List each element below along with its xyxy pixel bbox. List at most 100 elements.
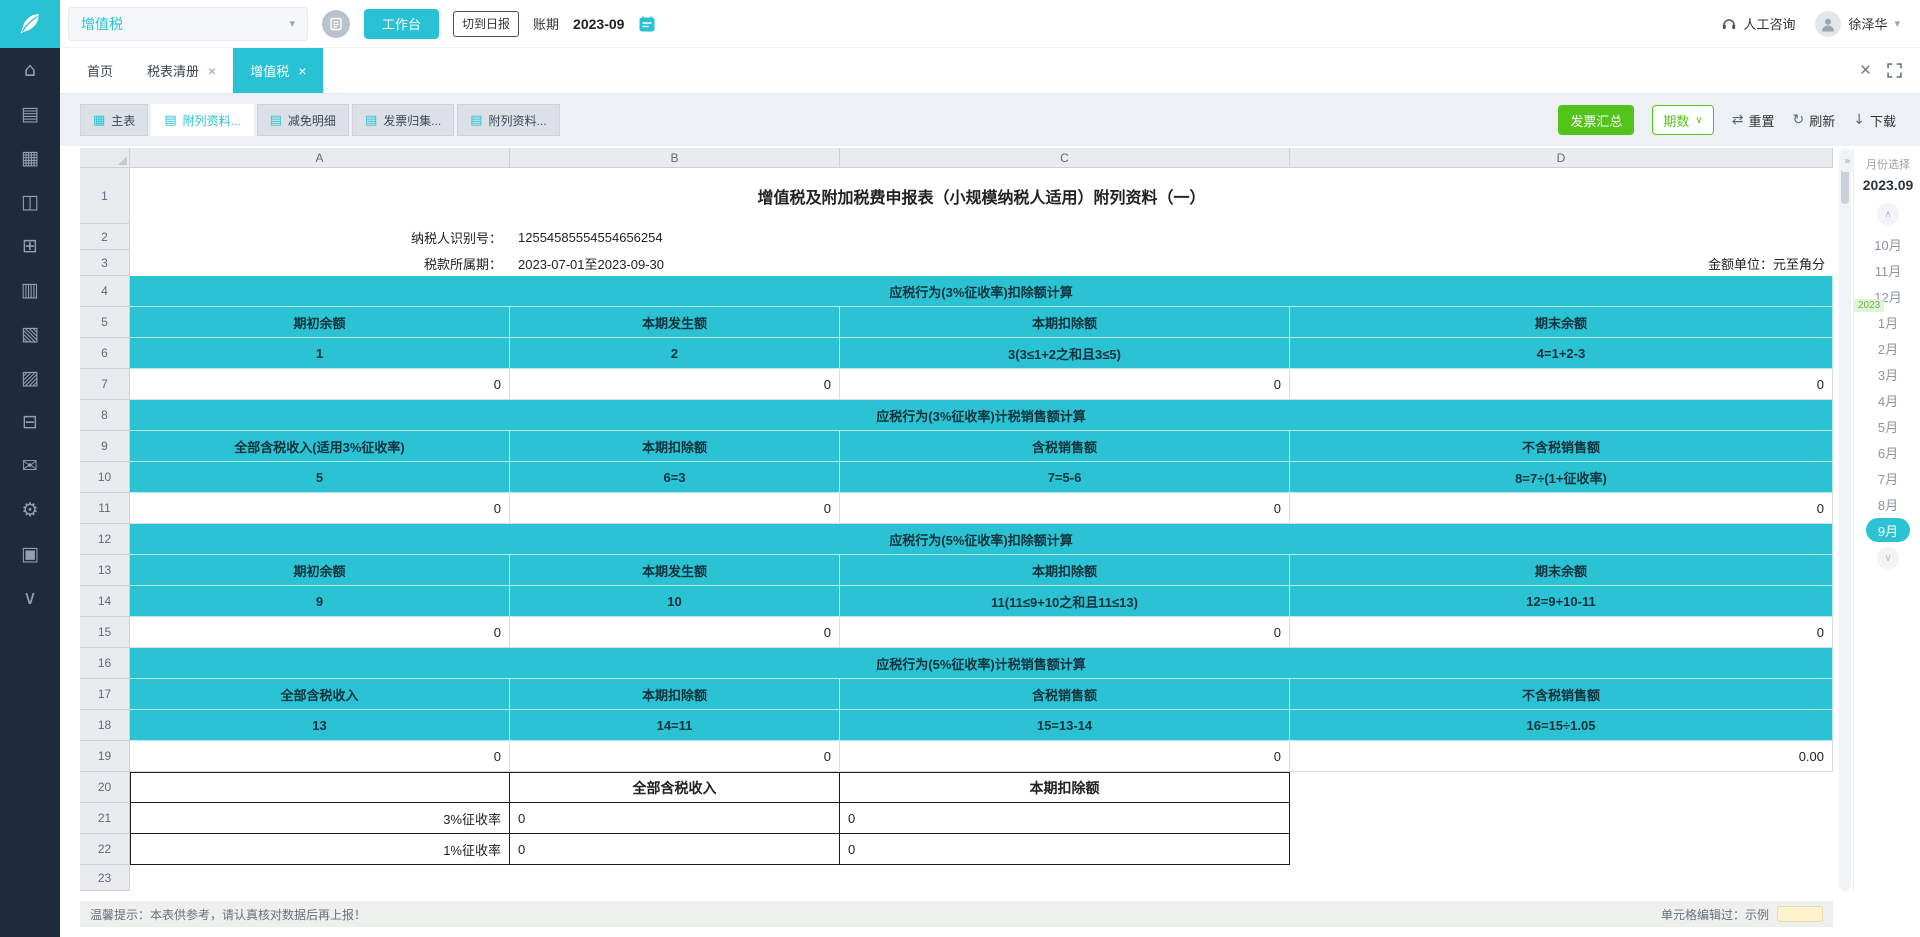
download-button[interactable]: ↓ 下载 (1853, 111, 1896, 130)
sheet-cell[interactable]: 0 (130, 493, 510, 524)
row-number[interactable]: 2 (80, 224, 130, 250)
sheet-cell[interactable]: 0 (840, 369, 1290, 400)
sheet-cell[interactable]: 0 (840, 803, 1290, 834)
sheet-cell[interactable]: 0 (510, 617, 840, 648)
sheet-cell[interactable]: 含税销售额 (840, 679, 1290, 710)
sheet-cell[interactable]: 1%征收率 (130, 834, 510, 865)
sheet-cell[interactable]: 3(3≤1+2之和且3≤5) (840, 338, 1290, 369)
sheet-cell[interactable]: 期末余额 (1290, 555, 1833, 586)
sheet-cell[interactable]: 0 (1290, 369, 1833, 400)
sidebar-item-screen[interactable]: ▣ (0, 532, 60, 576)
row-number[interactable]: 20 (80, 772, 130, 803)
sheet-cell[interactable]: 纳税人识别号： (130, 224, 510, 250)
row-number[interactable]: 14 (80, 586, 130, 617)
workbench-button[interactable]: 工作台 (364, 8, 440, 39)
sheet-tab-appendix-1[interactable]: ▤ 附列资料... (151, 104, 254, 136)
row-number[interactable]: 21 (80, 803, 130, 834)
month-item-8[interactable]: 5月 (1866, 413, 1910, 439)
sheet-cell[interactable]: 14=11 (510, 710, 840, 741)
report-list-icon[interactable] (322, 9, 350, 38)
sheet-cell[interactable]: 15=13-14 (840, 710, 1290, 741)
month-item-11[interactable]: 8月 (1866, 491, 1910, 517)
sheet-cell[interactable]: 本期扣除额 (840, 772, 1290, 803)
row-number[interactable]: 19 (80, 741, 130, 772)
sheet-cell[interactable]: 期初余额 (130, 307, 510, 338)
sheet-cell[interactable]: 税款所属期： (130, 250, 510, 276)
sheet-cell[interactable]: 0 (840, 493, 1290, 524)
sheet-cell[interactable]: 本期扣除额 (510, 431, 840, 462)
refresh-button[interactable]: ↻ 刷新 (1793, 111, 1836, 130)
sheet-cell[interactable]: 本期发生额 (510, 555, 840, 586)
support-button[interactable]: 人工咨询 (1721, 14, 1795, 33)
sheet-tab-exemption-detail[interactable]: ▤ 减免明细 (256, 104, 349, 136)
sheet-cell[interactable]: 16=15÷1.05 (1290, 710, 1833, 741)
sidebar-item-bank[interactable]: ⊞ (0, 224, 60, 268)
sidebar-item-reports[interactable]: ▦ (0, 136, 60, 180)
tab-vat[interactable]: 增值税 × (233, 48, 324, 93)
close-icon[interactable]: × (1860, 61, 1871, 80)
tab-home[interactable]: 首页 (70, 48, 130, 93)
row-number[interactable]: 15 (80, 617, 130, 648)
row-number[interactable]: 22 (80, 834, 130, 865)
sheet-tab-main-table[interactable]: ▦ 主表 (80, 104, 149, 136)
column-header-A[interactable]: A (130, 148, 510, 168)
sidebar-item-cashier[interactable]: ◫ (0, 180, 60, 224)
row-number[interactable]: 6 (80, 338, 130, 369)
sheet-cell[interactable]: 2 (510, 338, 840, 369)
sheet-cell[interactable]: 7=5-6 (840, 462, 1290, 493)
sheet-cell[interactable]: 0 (510, 741, 840, 772)
sheet-cell[interactable]: 不含税销售额 (1290, 431, 1833, 462)
sheet-cell[interactable]: 10 (510, 586, 840, 617)
sheet-cell[interactable]: 0 (510, 803, 840, 834)
sheet-cell[interactable]: 4=1+2-3 (1290, 338, 1833, 369)
sheet-cell[interactable] (130, 865, 1833, 891)
user-menu[interactable]: 徐泽华 ▾ (1815, 10, 1900, 37)
close-tab-icon[interactable]: × (298, 64, 306, 78)
month-item-10[interactable]: 7月 (1866, 465, 1910, 491)
sheet-cell[interactable] (840, 224, 1290, 250)
sheet-cell[interactable]: 9 (130, 586, 510, 617)
sheet-cell[interactable]: 0 (510, 834, 840, 865)
row-number[interactable]: 9 (80, 431, 130, 462)
sheet-cell[interactable] (840, 250, 1290, 276)
sheet-cell[interactable]: 0 (840, 834, 1290, 865)
row-number[interactable]: 5 (80, 307, 130, 338)
sheet-cell[interactable] (1290, 834, 1833, 865)
row-number[interactable]: 10 (80, 462, 130, 493)
sheet-cell[interactable]: 8=7÷(1+征收率) (1290, 462, 1833, 493)
sheet-cell[interactable]: 0.00 (1290, 741, 1833, 772)
sheet-cell[interactable]: 0 (840, 617, 1290, 648)
sheet-cell[interactable]: 含税销售额 (840, 431, 1290, 462)
sheet-cell[interactable]: 0 (1290, 617, 1833, 648)
sheet-cell[interactable]: 12554585554554656254 (510, 224, 840, 250)
sheet-cell[interactable]: 本期扣除额 (840, 555, 1290, 586)
sidebar-item-brand-v[interactable]: ∨ (0, 576, 60, 620)
sheet-cell[interactable] (1290, 803, 1833, 834)
select-all-corner[interactable] (80, 148, 130, 168)
period-value[interactable]: 2023-09 (573, 16, 624, 32)
sheet-cell[interactable]: 本期扣除额 (840, 307, 1290, 338)
sheet-cell[interactable]: 0 (130, 741, 510, 772)
sheet-cell[interactable]: 期末余额 (1290, 307, 1833, 338)
row-number[interactable]: 11 (80, 493, 130, 524)
sidebar-item-mail[interactable]: ✉ (0, 444, 60, 488)
sheet-cell[interactable]: 0 (510, 369, 840, 400)
sheet-cell[interactable]: 应税行为(5%征收率)扣除额计算 (130, 524, 1833, 555)
row-number[interactable]: 16 (80, 648, 130, 679)
sheet-cell[interactable]: 1 (130, 338, 510, 369)
sidebar-item-inventory[interactable]: ⊟ (0, 400, 60, 444)
sheet-cell[interactable]: 5 (130, 462, 510, 493)
column-header-B[interactable]: B (510, 148, 840, 168)
vertical-scrollbar[interactable] (1839, 148, 1851, 891)
sheet-cell[interactable]: 本期发生额 (510, 307, 840, 338)
sheet-cell[interactable]: 全部含税收入 (130, 679, 510, 710)
row-number[interactable]: 8 (80, 400, 130, 431)
month-item-1[interactable]: 10月 (1866, 231, 1910, 257)
collapse-panel-icon[interactable]: » (1841, 150, 1854, 172)
sidebar-item-ledger[interactable]: ▥ (0, 268, 60, 312)
sheet-tab-invoice-collection[interactable]: ▤ 发票归集... (351, 104, 455, 136)
sheet-cell[interactable]: 期初余额 (130, 555, 510, 586)
scroll-down-icon[interactable]: ∨ (1877, 547, 1899, 569)
switch-daily-button[interactable]: 切到日报 (453, 10, 520, 37)
tab-tax-register[interactable]: 税表清册 × (130, 48, 233, 93)
